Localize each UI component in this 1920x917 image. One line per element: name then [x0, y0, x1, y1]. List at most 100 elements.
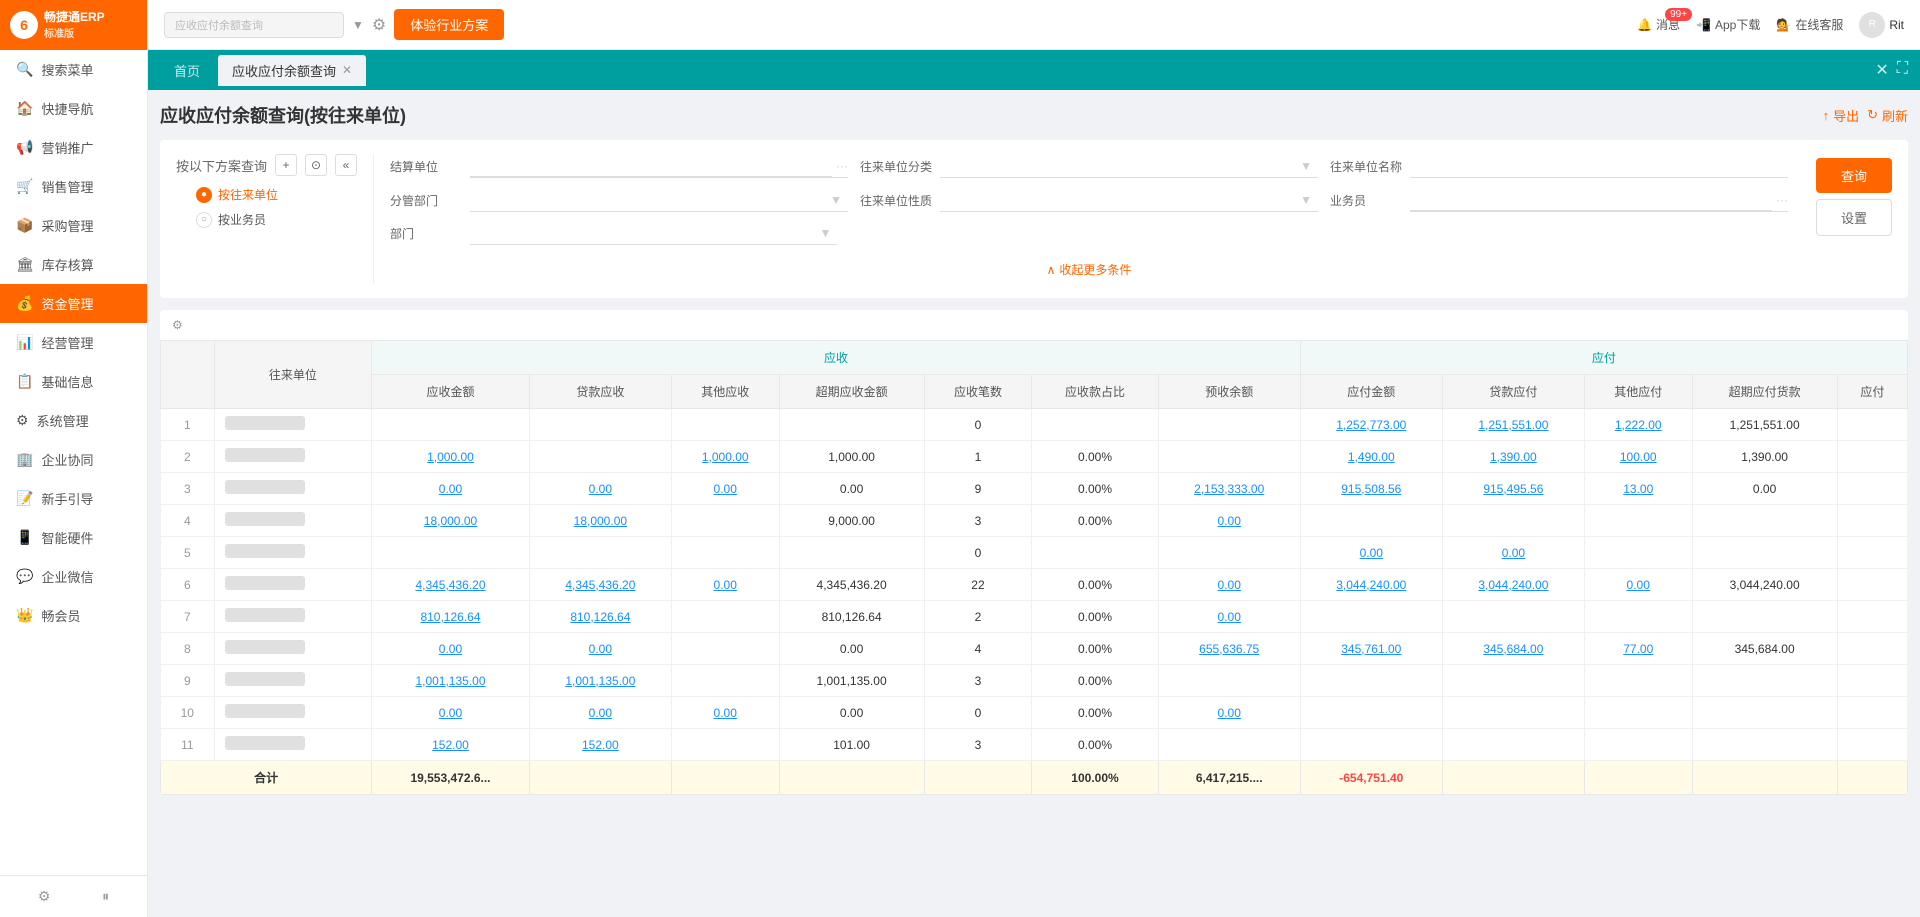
partner-nature-dropdown[interactable]: ▼	[940, 189, 1318, 212]
cell-ap_loan[interactable]: 915,495.56	[1442, 473, 1584, 505]
cell-ap_other[interactable]	[1584, 697, 1692, 729]
solution-button[interactable]: 体验行业方案	[394, 9, 504, 40]
cell-ar_advance[interactable]: 0.00	[1158, 697, 1300, 729]
cell-ar_other[interactable]: 0.00	[671, 473, 779, 505]
cell-ar_loan[interactable]: 152.00	[529, 729, 671, 761]
topbar-arrow-icon[interactable]: ▼	[352, 18, 364, 32]
cell-ar_advance[interactable]	[1158, 441, 1300, 473]
sidebar-item-hardware[interactable]: 📱 智能硬件	[0, 518, 147, 557]
sidebar-item-wechat[interactable]: 💬 企业微信	[0, 557, 147, 596]
cell-ar_other[interactable]	[671, 665, 779, 697]
cell-ar_advance[interactable]: 655,636.75	[1158, 633, 1300, 665]
cell-ap_other[interactable]: 100.00	[1584, 441, 1692, 473]
salesman-dots-icon[interactable]: ···	[1776, 193, 1788, 207]
cell-ar_loan[interactable]: 0.00	[529, 633, 671, 665]
cell-ap_loan[interactable]: 345,684.00	[1442, 633, 1584, 665]
sidebar-item-guide[interactable]: 📝 新手引导	[0, 479, 147, 518]
sidebar-item-enterprise[interactable]: 🏢 企业协同	[0, 440, 147, 479]
cell-ap_amount[interactable]: 1,490.00	[1300, 441, 1442, 473]
export-button[interactable]: ↑ 导出	[1823, 106, 1860, 125]
sidebar-item-operation[interactable]: 📊 经营管理	[0, 323, 147, 362]
cell-ap_other[interactable]: 77.00	[1584, 633, 1692, 665]
address-bar[interactable]: 应收应付余额查询	[164, 12, 344, 38]
sidebar-item-member[interactable]: 👑 畅会员	[0, 596, 147, 635]
cell-ar_amount[interactable]: 1,001,135.00	[372, 665, 530, 697]
cell-ap_other[interactable]	[1584, 601, 1692, 633]
cell-ar_other[interactable]: 1,000.00	[671, 441, 779, 473]
cell-ap_amount[interactable]	[1300, 601, 1442, 633]
cell-ar_amount[interactable]	[372, 537, 530, 569]
dept-dropdown[interactable]: ▼	[470, 189, 848, 212]
service-button[interactable]: 💁 在线客服	[1776, 16, 1843, 33]
cell-ap_other[interactable]	[1584, 729, 1692, 761]
cell-ar_amount[interactable]: 810,126.64	[372, 601, 530, 633]
cell-ar_amount[interactable]: 0.00	[372, 697, 530, 729]
cell-ar_advance[interactable]: 2,153,333.00	[1158, 473, 1300, 505]
sub-dept-dropdown[interactable]: ▼	[470, 222, 837, 245]
cell-ar_loan[interactable]: 810,126.64	[529, 601, 671, 633]
sidebar-item-finance[interactable]: 💰 资金管理	[0, 284, 147, 323]
cell-ap_other[interactable]: 0.00	[1584, 569, 1692, 601]
cell-ar_other[interactable]: 0.00	[671, 569, 779, 601]
cell-ap_loan[interactable]: 0.00	[1442, 537, 1584, 569]
cell-ar_loan[interactable]	[529, 537, 671, 569]
cell-ap_amount[interactable]: 345,761.00	[1300, 633, 1442, 665]
cell-ap_amount[interactable]	[1300, 697, 1442, 729]
cell-ap_amount[interactable]	[1300, 505, 1442, 537]
cell-ar_advance[interactable]: 0.00	[1158, 601, 1300, 633]
tab-home[interactable]: 首页	[160, 55, 214, 86]
cell-ar_loan[interactable]: 1,001,135.00	[529, 665, 671, 697]
cell-ar_loan[interactable]: 18,000.00	[529, 505, 671, 537]
cell-ar_advance[interactable]	[1158, 537, 1300, 569]
partner-category-dropdown[interactable]: ▼	[940, 155, 1318, 178]
user-avatar[interactable]: R Rit	[1859, 12, 1904, 38]
cell-ar_amount[interactable]: 152.00	[372, 729, 530, 761]
sidebar-item-search[interactable]: 🔍 搜索菜单	[0, 50, 147, 89]
cell-ap_loan[interactable]	[1442, 665, 1584, 697]
cell-ar_other[interactable]	[671, 505, 779, 537]
cell-ap_loan[interactable]	[1442, 697, 1584, 729]
cell-ar_amount[interactable]	[372, 409, 530, 441]
tab-fullscreen-icon[interactable]: ⛶	[1897, 60, 1908, 80]
cell-ar_other[interactable]	[671, 537, 779, 569]
cell-ar_loan[interactable]: 4,345,436.20	[529, 569, 671, 601]
sidebar-settings-btn[interactable]: ⚙	[38, 888, 51, 905]
cell-ar_loan[interactable]	[529, 441, 671, 473]
table-settings-icon[interactable]: ⚙	[172, 318, 183, 332]
cell-ar_other[interactable]	[671, 633, 779, 665]
partner-name-input[interactable]	[1410, 155, 1788, 178]
cell-ap_loan[interactable]	[1442, 729, 1584, 761]
filter-group-option-salesman[interactable]: ○ 按业务员	[176, 211, 357, 228]
cell-ar_amount[interactable]: 4,345,436.20	[372, 569, 530, 601]
tab-query[interactable]: 应收应付余额查询 ✕	[218, 55, 366, 86]
cell-ar_amount[interactable]: 0.00	[372, 473, 530, 505]
cell-ar_amount[interactable]: 1,000.00	[372, 441, 530, 473]
cell-ar_loan[interactable]: 0.00	[529, 697, 671, 729]
topbar-gear-icon[interactable]: ⚙	[372, 15, 386, 35]
cell-ap_amount[interactable]	[1300, 665, 1442, 697]
cell-ar_amount[interactable]: 18,000.00	[372, 505, 530, 537]
cell-ar_advance[interactable]	[1158, 665, 1300, 697]
cell-ap_amount[interactable]: 3,044,240.00	[1300, 569, 1442, 601]
cell-ar_advance[interactable]: 0.00	[1158, 569, 1300, 601]
sidebar-item-purchase[interactable]: 📦 采购管理	[0, 206, 147, 245]
cell-ap_amount[interactable]: 0.00	[1300, 537, 1442, 569]
setting-button[interactable]: 设置	[1816, 199, 1892, 236]
cell-ar_loan[interactable]	[529, 409, 671, 441]
query-button[interactable]: 查询	[1816, 158, 1892, 193]
tab-close-all-icon[interactable]: ✕	[1875, 60, 1888, 80]
sidebar-item-inventory[interactable]: 🏛 库存核算	[0, 245, 147, 284]
sidebar-item-sales[interactable]: 🛒 销售管理	[0, 167, 147, 206]
sidebar-item-basic[interactable]: 📋 基础信息	[0, 362, 147, 401]
filter-group-option-partner[interactable]: ● 按往来单位	[176, 186, 357, 203]
filter-settings-button[interactable]: ⊙	[305, 154, 327, 176]
cell-ap_loan[interactable]	[1442, 505, 1584, 537]
sidebar-item-system[interactable]: ⚙ 系统管理	[0, 401, 147, 440]
cell-ap_loan[interactable]	[1442, 601, 1584, 633]
cell-ar_advance[interactable]	[1158, 729, 1300, 761]
cell-ar_advance[interactable]: 0.00	[1158, 505, 1300, 537]
cell-ar_other[interactable]	[671, 601, 779, 633]
cell-ap_amount[interactable]: 1,252,773.00	[1300, 409, 1442, 441]
cell-ap_other[interactable]	[1584, 537, 1692, 569]
cell-ap_other[interactable]: 1,222.00	[1584, 409, 1692, 441]
